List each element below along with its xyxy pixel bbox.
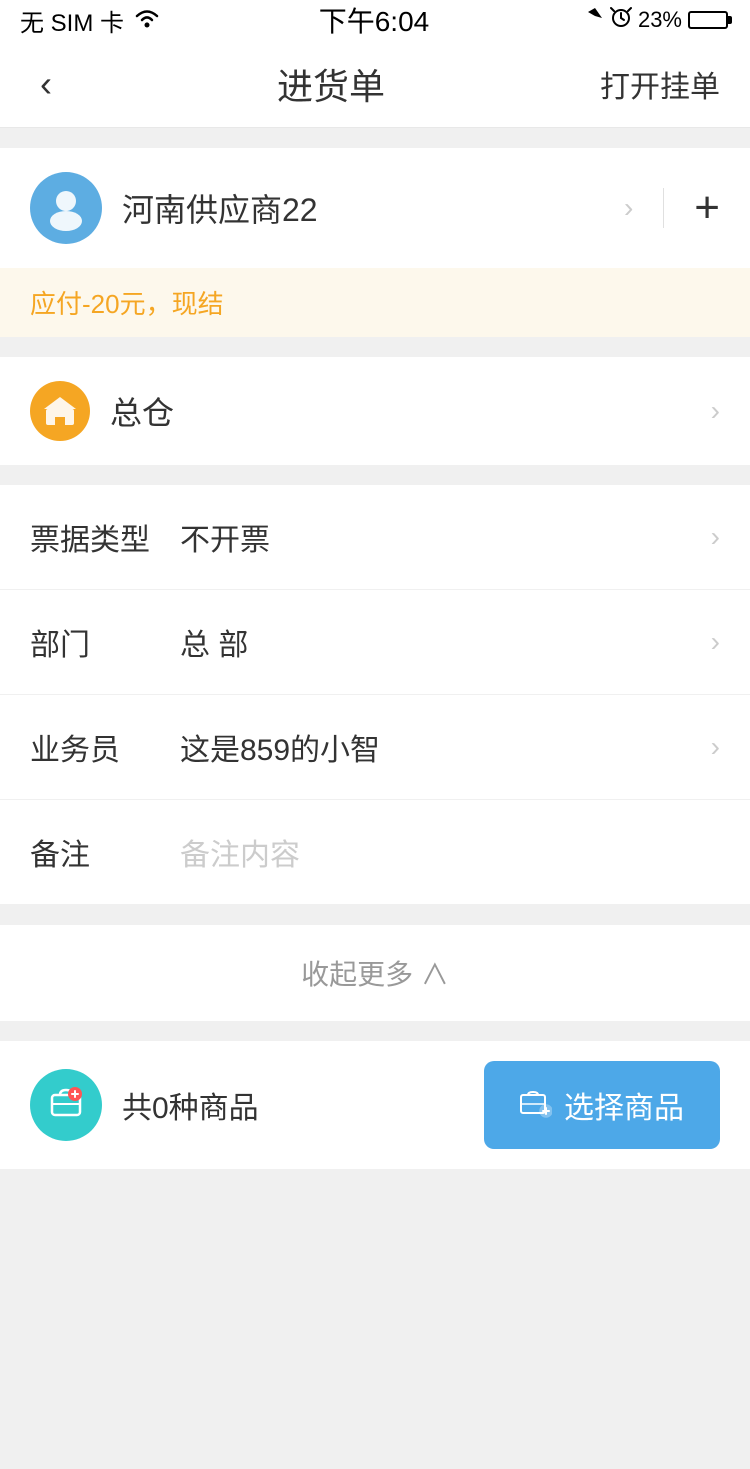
warehouse-chevron-icon: › [711,395,720,427]
page-title: 进货单 [277,58,385,110]
warehouse-row[interactable]: 总仓 › [0,357,750,465]
wifi-icon [132,6,162,35]
bottom-bar: 共0种商品 选择商品 [0,1041,750,1169]
supplier-chevron-icon: › [624,192,633,224]
department-row[interactable]: 部门 总 部 › [0,590,750,695]
supplier-name: 河南供应商22 [122,185,624,231]
remark-input[interactable]: 备注内容 [180,830,720,874]
add-supplier-button[interactable]: + [694,186,720,230]
status-left: 无 SIM 卡 [20,3,162,38]
supplier-avatar [30,172,102,244]
select-goods-button[interactable]: 选择商品 [484,1061,720,1149]
open-pending-button[interactable]: 打开挂单 [600,62,720,106]
salesperson-row[interactable]: 业务员 这是859的小智 › [0,695,750,800]
carrier-label: 无 SIM 卡 [20,3,124,38]
page-background [0,1169,750,1469]
invoice-type-value: 不开票 [180,515,711,559]
salesperson-label: 业务员 [30,725,150,769]
remark-row[interactable]: 备注 备注内容 [0,800,750,904]
invoice-type-chevron-icon: › [711,521,720,553]
supplier-notice: 应付-20元，现结 [0,268,750,337]
nav-bar: ‹ 进货单 打开挂单 [0,40,750,128]
supplier-divider [663,188,664,228]
supplier-section: 河南供应商22 › + 应付-20元，现结 [0,148,750,337]
department-label: 部门 [30,620,150,664]
location-icon [586,6,604,34]
collapse-button[interactable]: 收起更多 ∧ [0,924,750,1021]
warehouse-name: 总仓 [110,388,711,434]
department-chevron-icon: › [711,626,720,658]
supplier-row[interactable]: 河南供应商22 › + [0,148,750,268]
select-goods-label: 选择商品 [564,1083,684,1127]
invoice-type-row[interactable]: 票据类型 不开票 › [0,485,750,590]
department-value: 总 部 [180,620,711,664]
battery-percent: 23% [638,7,682,33]
status-time: 下午6:04 [319,0,430,40]
back-button[interactable]: ‹ [30,53,62,115]
warehouse-icon [30,381,90,441]
form-section: 票据类型 不开票 › 部门 总 部 › 业务员 这是859的小智 › 备注 备注… [0,485,750,904]
alarm-icon [610,6,632,34]
status-right: 23% [586,6,730,34]
section-gap-1 [0,128,750,148]
salesperson-chevron-icon: › [711,731,720,763]
goods-count: 共0种商品 [122,1083,464,1127]
status-bar: 无 SIM 卡 下午6:04 23% [0,0,750,40]
invoice-type-label: 票据类型 [30,515,150,559]
row-gap-1 [0,337,750,357]
cart-icon-wrap [30,1069,102,1141]
salesperson-value: 这是859的小智 [180,725,711,769]
battery-icon [688,11,730,29]
collapse-label: 收起更多 ∧ [301,953,449,993]
remark-label: 备注 [30,830,150,874]
